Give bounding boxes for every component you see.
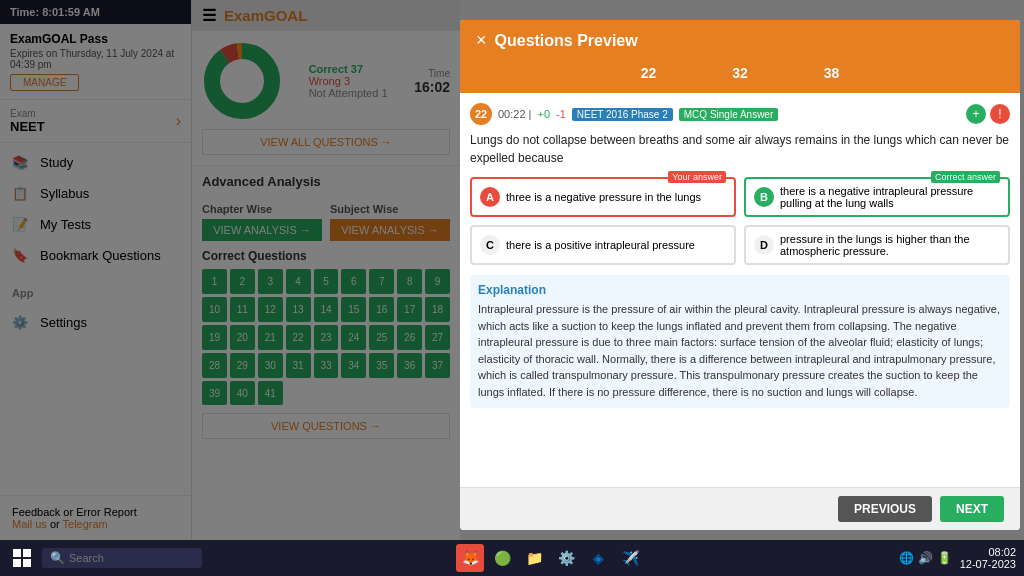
taskbar-search[interactable]: 🔍 xyxy=(42,548,202,568)
explanation-section: Explanation Intrapleural pressure is the… xyxy=(470,275,1010,408)
question-type: MCQ Single Answer xyxy=(679,108,778,121)
option-c-text: there is a positive intrapleural pressur… xyxy=(506,239,695,251)
questions-preview-modal: × Questions Preview 22 32 38 22 00:22 | … xyxy=(460,20,1020,530)
option-a[interactable]: Your answer A three is a negative pressu… xyxy=(470,177,736,217)
taskbar-search-icon: 🔍 xyxy=(50,551,65,565)
windows-icon xyxy=(13,549,31,567)
option-a-label: A xyxy=(480,187,500,207)
correct-answer-badge: Correct answer xyxy=(931,171,1000,183)
modal-header: × Questions Preview xyxy=(460,20,1020,61)
taskbar-right: 🌐 🔊 🔋 08:02 12-07-2023 xyxy=(899,546,1016,570)
correct-action-icon: + xyxy=(966,104,986,124)
marks-positive: +0 xyxy=(537,108,550,120)
taskbar-app-firefox[interactable]: 🦊 xyxy=(456,544,484,572)
taskbar-app-files[interactable]: 📁 xyxy=(520,544,548,572)
network-icon: 🌐 xyxy=(899,551,914,565)
explanation-text: Intrapleural pressure is the pressure of… xyxy=(478,301,1002,400)
modal-title: Questions Preview xyxy=(495,32,638,50)
modal-close-icon[interactable]: × xyxy=(476,30,487,51)
taskbar-app-settings[interactable]: ⚙️ xyxy=(552,544,580,572)
option-d-label: D xyxy=(754,235,774,255)
option-d[interactable]: D pressure in the lungs is higher than t… xyxy=(744,225,1010,265)
options-grid: Your answer A three is a negative pressu… xyxy=(470,177,1010,265)
option-b-label: B xyxy=(754,187,774,207)
windows-start-button[interactable] xyxy=(8,544,36,572)
modal-body: 22 00:22 | +0 -1 NEET 2016 Phase 2 MCQ S… xyxy=(460,93,1020,487)
taskbar-app-code[interactable]: ◈ xyxy=(584,544,612,572)
option-d-text: pressure in the lungs is higher than the… xyxy=(780,233,1000,257)
question-number-badge: 22 xyxy=(470,103,492,125)
taskbar-date-display: 12-07-2023 xyxy=(960,558,1016,570)
volume-icon: 🔊 xyxy=(918,551,933,565)
taskbar-time-display: 08:02 xyxy=(960,546,1016,558)
modal-tab-22[interactable]: 22 xyxy=(633,61,665,85)
previous-button[interactable]: PREVIOUS xyxy=(838,496,932,522)
question-source: NEET 2016 Phase 2 xyxy=(572,108,673,121)
your-answer-badge: Your answer xyxy=(668,171,726,183)
question-text: Lungs do not collapse between breaths an… xyxy=(470,131,1010,167)
taskbar-system-icons: 🌐 🔊 🔋 xyxy=(899,551,952,565)
modal-footer: PREVIOUS NEXT xyxy=(460,487,1020,530)
taskbar: 🔍 🦊 🟢 📁 ⚙️ ◈ ✈️ 🌐 🔊 🔋 08:02 12-07-2023 xyxy=(0,540,1024,576)
option-c[interactable]: C there is a positive intrapleural press… xyxy=(470,225,736,265)
taskbar-clock: 08:02 12-07-2023 xyxy=(960,546,1016,570)
taskbar-app-telegram[interactable]: ✈️ xyxy=(616,544,644,572)
option-c-label: C xyxy=(480,235,500,255)
explanation-title: Explanation xyxy=(478,283,1002,297)
modal-tab-38[interactable]: 38 xyxy=(816,61,848,85)
marks-negative: -1 xyxy=(556,108,566,120)
question-time: 00:22 | xyxy=(498,108,531,120)
taskbar-app-chrome[interactable]: 🟢 xyxy=(488,544,516,572)
battery-icon: 🔋 xyxy=(937,551,952,565)
modal-tab-32[interactable]: 32 xyxy=(724,61,756,85)
taskbar-apps: 🦊 🟢 📁 ⚙️ ◈ ✈️ xyxy=(456,544,644,572)
taskbar-search-input[interactable] xyxy=(69,552,194,564)
next-button[interactable]: NEXT xyxy=(940,496,1004,522)
taskbar-left: 🔍 xyxy=(8,544,202,572)
wrong-action-icon: ! xyxy=(990,104,1010,124)
question-meta: 22 00:22 | +0 -1 NEET 2016 Phase 2 MCQ S… xyxy=(470,103,1010,125)
option-b-text: there is a negative intrapleural pressur… xyxy=(780,185,1000,209)
option-a-text: three is a negative pressure in the lung… xyxy=(506,191,701,203)
modal-overlay[interactable]: × Questions Preview 22 32 38 22 00:22 | … xyxy=(0,0,1024,540)
modal-tabs: 22 32 38 xyxy=(460,61,1020,93)
option-b[interactable]: Correct answer B there is a negative int… xyxy=(744,177,1010,217)
